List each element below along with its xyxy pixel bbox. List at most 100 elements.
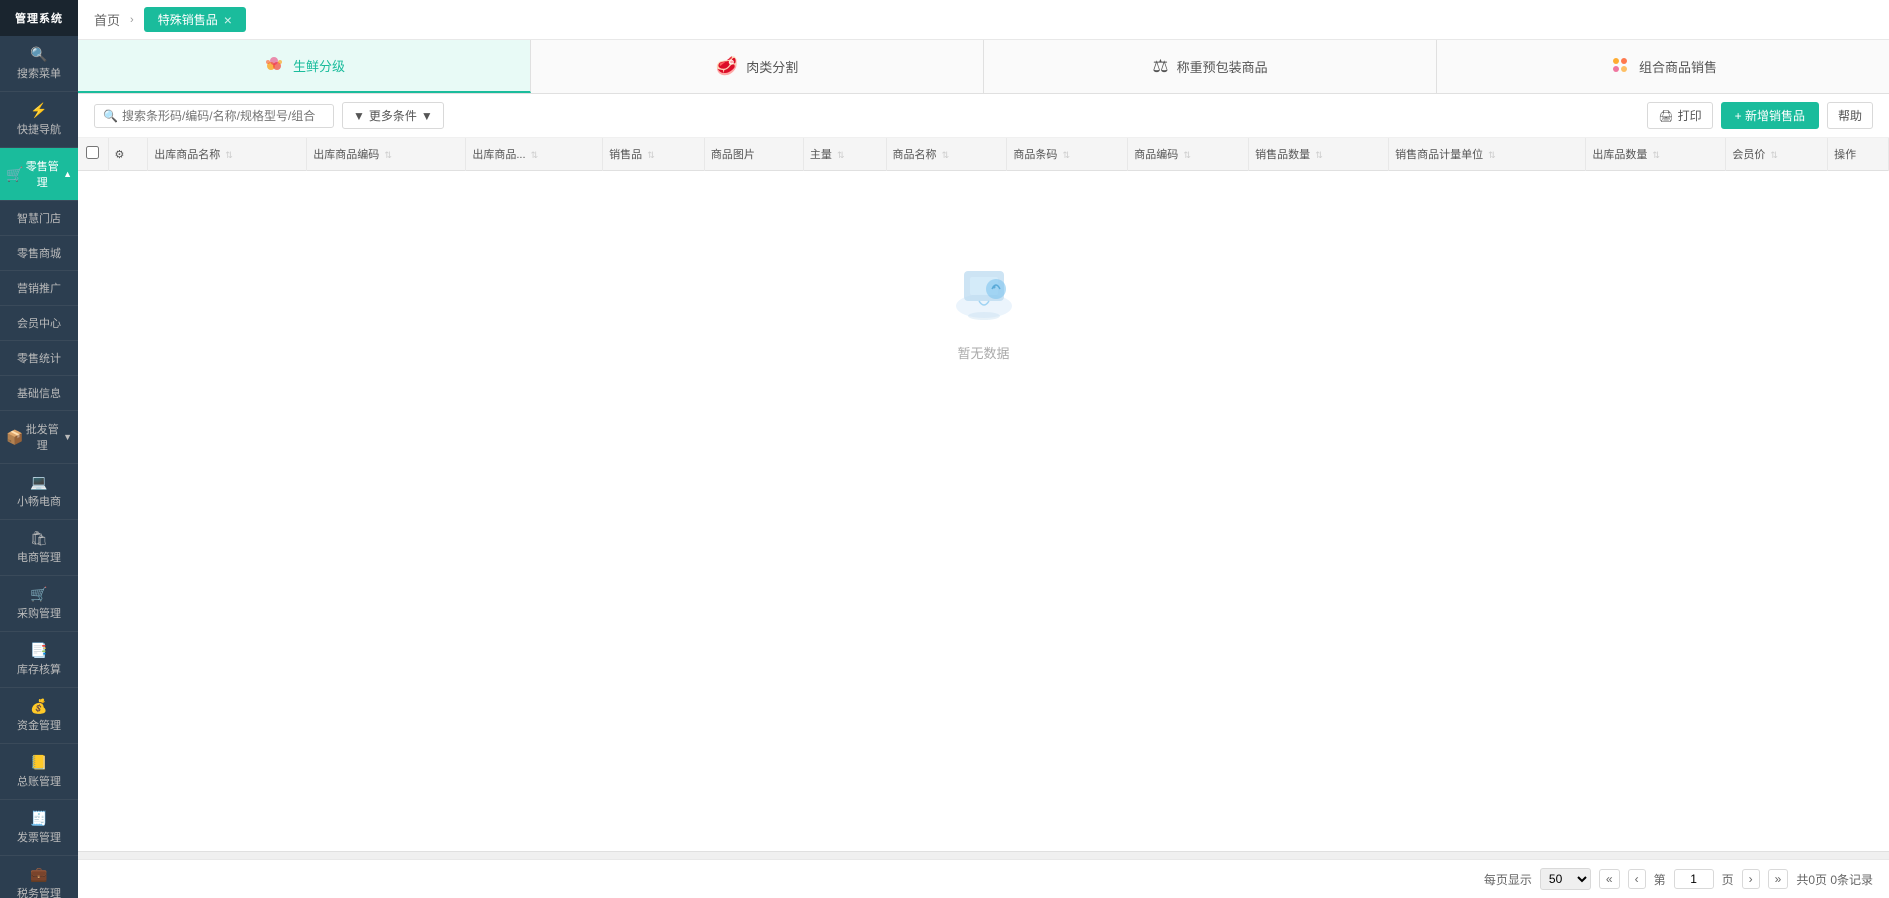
sidebar-item-finance[interactable]: 💰 资金管理 <box>0 688 78 744</box>
breadcrumb-home[interactable]: 首页 <box>94 10 120 29</box>
wholesale-icon: 📦 <box>6 429 23 446</box>
page-size-select[interactable]: 10 20 50 100 <box>1540 868 1591 890</box>
sidebar-item-retail-mall[interactable]: 零售商城 <box>0 236 78 271</box>
weigh-prepack-icon: ⚖ <box>1152 56 1168 77</box>
th-out-spec[interactable]: 出库商品... ⇅ <box>466 138 603 171</box>
sort-icon: ⇅ <box>942 150 950 161</box>
sidebar-item-label: 智慧门店 <box>17 213 61 225</box>
search-input[interactable] <box>122 109 322 123</box>
search-icon: 🔍 <box>103 109 118 123</box>
sidebar-item-marketing[interactable]: 营销推广 <box>0 271 78 306</box>
sidebar-item-wholesale[interactable]: 📦 批发管理 ▼ <box>0 411 78 464</box>
tab-fresh-grade-label: 生鲜分级 <box>293 56 345 75</box>
th-sale-unit[interactable]: 销售商品计量单位 ⇅ <box>1389 138 1586 171</box>
sidebar: 管理系统 🔍 搜索菜单 ⚡ 快捷导航 🛒 零售管理 ▲ 智慧门店 零售商城 营销… <box>0 0 78 898</box>
sidebar-item-purchase[interactable]: 🛒 采购管理 <box>0 576 78 632</box>
prev-page-button[interactable]: ‹ <box>1628 869 1646 889</box>
empty-state: 暂无数据 <box>78 171 1889 442</box>
sidebar-item-inventory[interactable]: 📑 库存核算 <box>0 632 78 688</box>
last-page-button[interactable]: » <box>1768 869 1789 889</box>
th-image: 商品图片 <box>704 138 803 171</box>
first-page-icon: « <box>1606 872 1613 886</box>
th-goods-name[interactable]: 商品名称 ⇅ <box>886 138 1007 171</box>
bottom-scrollbar[interactable] <box>78 851 1889 859</box>
tab-meat-cut-label: 肉类分割 <box>746 57 798 76</box>
page-label: 第 <box>1654 871 1666 888</box>
sort-icon: ⇅ <box>531 150 539 161</box>
search-box[interactable]: 🔍 <box>94 104 334 128</box>
sidebar-item-invoice[interactable]: 🧾 发票管理 <box>0 800 78 856</box>
th-sale-qty[interactable]: 销售品数量 ⇅ <box>1249 138 1389 171</box>
sidebar-item-tax[interactable]: 💼 税务管理 <box>0 856 78 898</box>
th-out-code[interactable]: 出库商品编码 ⇅ <box>307 138 466 171</box>
settings-icon[interactable]: ⚙ <box>115 149 125 161</box>
breadcrumb-separator: › <box>130 14 134 26</box>
total-info: 共0页 0条记录 <box>1796 871 1873 888</box>
sidebar-item-label: 零售管理 <box>25 158 59 190</box>
sidebar-item-label: 搜索菜单 <box>17 65 61 81</box>
sidebar-item-retail[interactable]: 🛒 零售管理 ▲ <box>0 148 78 201</box>
sidebar-item-ecommerce-mini[interactable]: 💻 小畅电商 <box>0 464 78 520</box>
th-out-qty[interactable]: 出库品数量 ⇅ <box>1586 138 1726 171</box>
th-out-name[interactable]: 出库商品名称 ⇅ <box>148 138 307 171</box>
sort-icon: ⇅ <box>384 150 392 161</box>
th-sale-item[interactable]: 销售品 ⇅ <box>603 138 705 171</box>
sidebar-item-label: 快捷导航 <box>17 121 61 137</box>
sidebar-item-member[interactable]: 会员中心 <box>0 306 78 341</box>
th-barcode[interactable]: 商品条码 ⇅ <box>1007 138 1128 171</box>
tab-weigh-prepack[interactable]: ⚖ 称重预包装商品 <box>984 40 1437 93</box>
sidebar-item-label: 基础信息 <box>17 388 61 400</box>
close-tab-button[interactable]: × <box>224 12 232 28</box>
filter-button[interactable]: ▼ 更多条件 ▼ <box>342 102 444 129</box>
sidebar-item-search[interactable]: 🔍 搜索菜单 <box>0 36 78 92</box>
sidebar-item-label: 小畅电商 <box>17 493 61 509</box>
tab-fresh-grade[interactable]: 生鲜分级 <box>78 40 531 93</box>
chevron-down-icon: ▲ <box>63 169 72 179</box>
tab-weigh-prepack-label: 称重预包装商品 <box>1177 57 1268 76</box>
sidebar-item-quicknav[interactable]: ⚡ 快捷导航 <box>0 92 78 148</box>
prev-page-icon: ‹ <box>1635 872 1639 886</box>
sidebar-item-label: 税务管理 <box>17 885 61 898</box>
sidebar-item-ecommerce[interactable]: 🛍 电商管理 <box>0 520 78 576</box>
sidebar-item-smart-store[interactable]: 智慧门店 <box>0 201 78 236</box>
sidebar-item-label: 零售统计 <box>17 353 61 365</box>
filter-arrow-icon: ▼ <box>421 109 433 123</box>
th-action: 操作 <box>1828 138 1889 171</box>
last-page-icon: » <box>1775 872 1782 886</box>
sidebar-item-ledger[interactable]: 📒 总账管理 <box>0 744 78 800</box>
search-icon: 🔍 <box>30 46 47 63</box>
print-button[interactable]: 🖨 打印 <box>1647 102 1712 129</box>
active-tab-pill[interactable]: 特殊销售品 × <box>144 7 246 32</box>
select-all-checkbox[interactable] <box>86 146 99 159</box>
sort-icon: ⇅ <box>837 150 845 161</box>
sidebar-item-retail-stats[interactable]: 零售统计 <box>0 341 78 376</box>
sort-icon: ⇅ <box>1488 150 1496 161</box>
ecom-icon: 🛍 <box>30 530 48 547</box>
sort-icon: ⇅ <box>225 150 233 161</box>
nav-icon: ⚡ <box>30 102 47 119</box>
data-table: ⚙ 出库商品名称 ⇅ 出库商品编码 ⇅ 出库商品... ⇅ 销售品 ⇅ 商品图片… <box>78 138 1889 171</box>
meat-cut-icon: 🥩 <box>716 56 738 77</box>
sidebar-item-label: 采购管理 <box>17 605 61 621</box>
page-number-input[interactable] <box>1674 869 1714 889</box>
inventory-icon: 📑 <box>30 642 47 659</box>
first-page-button[interactable]: « <box>1599 869 1620 889</box>
sidebar-item-label: 电商管理 <box>17 549 61 565</box>
chevron-down-icon: ▼ <box>63 432 72 442</box>
next-page-button[interactable]: › <box>1742 869 1760 889</box>
page-total-unit: 页 <box>1722 871 1734 888</box>
sort-icon: ⇅ <box>1183 150 1191 161</box>
filter-label: 更多条件 <box>369 107 417 124</box>
add-sale-item-button[interactable]: + 新增销售品 <box>1721 102 1819 129</box>
help-button[interactable]: 帮助 <box>1827 102 1873 129</box>
sidebar-item-basic-info-retail[interactable]: 基础信息 <box>0 376 78 411</box>
table-area: ⚙ 出库商品名称 ⇅ 出库商品编码 ⇅ 出库商品... ⇅ 销售品 ⇅ 商品图片… <box>78 138 1889 851</box>
th-main-qty[interactable]: 主量 ⇅ <box>803 138 886 171</box>
combo-icon <box>1609 53 1631 80</box>
th-goods-code[interactable]: 商品编码 ⇅ <box>1128 138 1249 171</box>
mini-ecom-icon: 💻 <box>30 474 47 491</box>
tab-meat-cut[interactable]: 🥩 肉类分割 <box>531 40 984 93</box>
tab-combo-sale[interactable]: 组合商品销售 <box>1437 40 1889 93</box>
retail-icon: 🛒 <box>6 166 23 183</box>
th-member-price[interactable]: 会员价 ⇅ <box>1726 138 1828 171</box>
